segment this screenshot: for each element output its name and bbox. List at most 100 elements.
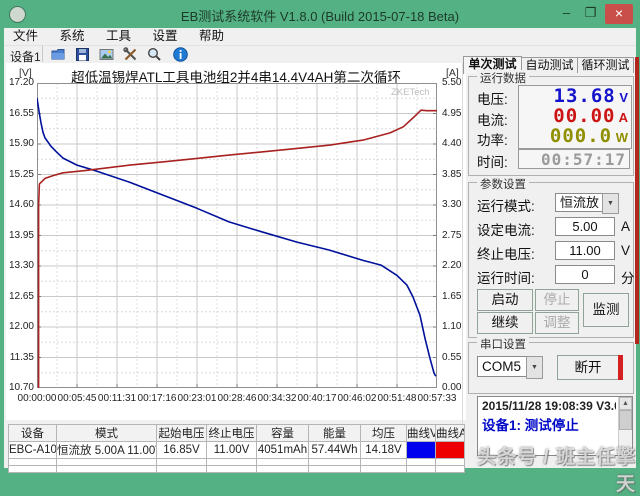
plot-canvas xyxy=(37,83,437,388)
voltage-readout: 13.68 V xyxy=(553,85,629,107)
y-left-tick: 10.70 xyxy=(8,382,34,393)
runtime-label: 运行时间: xyxy=(477,271,535,286)
menu-settings[interactable]: 设置 xyxy=(144,28,187,45)
minimize-button[interactable]: – xyxy=(556,4,577,24)
time-label: 时间: xyxy=(477,155,508,170)
mode-dropdown-arrow-icon[interactable]: ▼ xyxy=(602,193,619,214)
table-cell: 57.44Wh xyxy=(308,441,361,459)
chart-panel: 超低温锡焊ATL工具电池组2并4串14.4V4AH第二次循环 [V] [A] Z… xyxy=(6,63,466,420)
y-left-tick: 15.90 xyxy=(8,138,34,149)
y-left-tick: 14.60 xyxy=(8,199,34,210)
connection-indicator xyxy=(618,355,623,380)
table-cell: 恒流放 5.00A 11.00V xyxy=(56,441,157,459)
close-button[interactable]: × xyxy=(605,4,633,24)
y-left-tick: 12.00 xyxy=(8,321,34,332)
serial-group: 串口设置 COM5 ▼ 断开 xyxy=(468,336,634,394)
table-cell: 14.18V xyxy=(360,441,407,459)
column-header: 能量 xyxy=(308,424,361,442)
red-edge-stripe xyxy=(635,57,639,344)
set-current-label: 设定电流: xyxy=(477,223,535,238)
menu-bar: 文件 系统 工具 设置 帮助 xyxy=(4,28,636,46)
voltage-label: 电压: xyxy=(477,92,508,107)
table-cell: 16.85V xyxy=(156,441,207,459)
set-current-input[interactable]: 5.00 xyxy=(555,217,615,236)
digital-display: 13.68 V 00.00 A 000.0 W xyxy=(518,85,632,149)
cutoff-voltage-label: 终止电压: xyxy=(477,247,535,262)
maximize-button[interactable]: ❐ xyxy=(580,4,601,24)
table-cell: 4051mAh xyxy=(256,441,309,459)
mode-select[interactable]: 恒流放 xyxy=(555,193,607,212)
client-area: 文件 系统 工具 设置 帮助 设备1 超低温锡焊ATL工具电池组2并4串14.4… xyxy=(4,28,639,495)
com-port-select[interactable]: COM5 xyxy=(477,356,531,377)
panel-divider xyxy=(462,63,463,463)
current-label: 电流: xyxy=(477,113,508,128)
mode-label: 运行模式: xyxy=(477,199,535,214)
current-readout: 00.00 A xyxy=(553,105,628,127)
zoom-icon[interactable] xyxy=(146,46,163,63)
column-header: 模式 xyxy=(56,424,157,442)
device-row[interactable]: EBC-A10 恒流放 5.00A 11.00V 16.85V 11.00V 4051m… xyxy=(8,441,465,459)
menu-system[interactable]: 系统 xyxy=(51,28,94,45)
titlebar: EB测试系统软件 V1.8.0 (Build 2015-07-18 Beta) … xyxy=(0,0,640,28)
disconnect-button[interactable]: 断开 xyxy=(557,355,619,380)
y-left-tick: 12.65 xyxy=(8,290,34,302)
x-tick: 00:57:33 xyxy=(417,393,457,404)
table-header-row: 设备 模式 起始电压 终止电压 容量 能量 均压 曲线V 曲线A xyxy=(8,424,465,442)
menu-help[interactable]: 帮助 xyxy=(190,28,233,45)
y-left-tick: 17.20 xyxy=(8,77,34,88)
column-header: 均压 xyxy=(360,424,407,442)
column-header: 曲线V xyxy=(406,424,436,442)
column-header: 曲线A xyxy=(435,424,465,442)
empty-row xyxy=(8,465,465,473)
open-file-icon[interactable] xyxy=(50,46,67,63)
scroll-up-icon[interactable]: ▲ xyxy=(619,397,632,410)
runtime-input[interactable]: 0 xyxy=(555,265,615,284)
curve-v-swatch xyxy=(406,441,436,459)
set-current-unit: A xyxy=(621,219,631,234)
column-header: 设备 xyxy=(8,424,57,442)
tab-auto-test[interactable]: 自动测试 xyxy=(521,57,578,73)
com-dropdown-arrow-icon[interactable]: ▼ xyxy=(526,356,543,379)
cutoff-voltage-input[interactable]: 11.00 xyxy=(555,241,615,260)
y-left-tick: 13.30 xyxy=(8,260,34,271)
menu-file[interactable]: 文件 xyxy=(4,28,47,45)
y-left-tick: 16.55 xyxy=(8,107,34,119)
toolbar-separator xyxy=(42,46,43,62)
scroll-thumb[interactable] xyxy=(619,410,632,430)
table-cell: EBC-A10 xyxy=(8,441,57,459)
cutoff-voltage-unit: V xyxy=(621,243,631,258)
time-readout: 00:57:17 xyxy=(518,149,630,169)
status-table: 设备 模式 起始电压 终止电压 容量 能量 均压 曲线V 曲线A EBC-A10 恒流放 5.00A… xyxy=(8,424,465,473)
params-group: 参数设置 运行模式: 恒流放 ▼ 设定电流: 5.00 A 终止电压: 11.0… xyxy=(468,176,635,338)
window-title: EB测试系统软件 V1.8.0 (Build 2015-07-18 Beta) xyxy=(180,9,460,24)
save-icon[interactable] xyxy=(74,46,91,63)
resume-button[interactable]: 继续 xyxy=(477,312,533,334)
menu-tools[interactable]: 工具 xyxy=(97,28,140,45)
curve-a-swatch xyxy=(435,441,465,459)
column-header: 终止电压 xyxy=(206,424,257,442)
log-line-timestamp: 2015/11/28 19:08:39 V3.0 xyxy=(482,399,616,413)
power-readout: 000.0 W xyxy=(549,125,628,147)
power-label: 功率: xyxy=(477,133,508,148)
run-data-group-label: 运行数据 xyxy=(477,70,529,86)
serial-group-label: 串口设置 xyxy=(477,336,529,352)
tab-cycle-test[interactable]: 循环测试 xyxy=(577,57,634,73)
table-cell: 11.00V xyxy=(206,441,257,459)
start-button[interactable]: 启动 xyxy=(477,289,533,311)
empty-row xyxy=(8,458,465,466)
y-left-tick: 11.35 xyxy=(9,351,34,363)
adjust-button[interactable]: 调整 xyxy=(535,312,579,334)
log-line-status: 设备1: 测试停止 xyxy=(482,418,579,433)
monitor-button[interactable]: 监测 xyxy=(583,293,629,327)
y-left-tick: 13.95 xyxy=(8,229,34,241)
runtime-unit: 分 xyxy=(621,271,635,286)
column-header: 起始电压 xyxy=(156,424,207,442)
export-image-icon[interactable] xyxy=(98,46,115,63)
run-data-group: 运行数据 电压: 电流: 功率: 13.68 V 00.00 A 000.0 W… xyxy=(468,70,634,176)
info-icon[interactable] xyxy=(172,46,189,63)
chart-watermark: ZKETech xyxy=(391,87,430,98)
stop-button[interactable]: 停止 xyxy=(535,289,579,311)
column-header: 容量 xyxy=(256,424,309,442)
params-group-label: 参数设置 xyxy=(477,176,529,192)
tools-icon[interactable] xyxy=(122,46,139,63)
